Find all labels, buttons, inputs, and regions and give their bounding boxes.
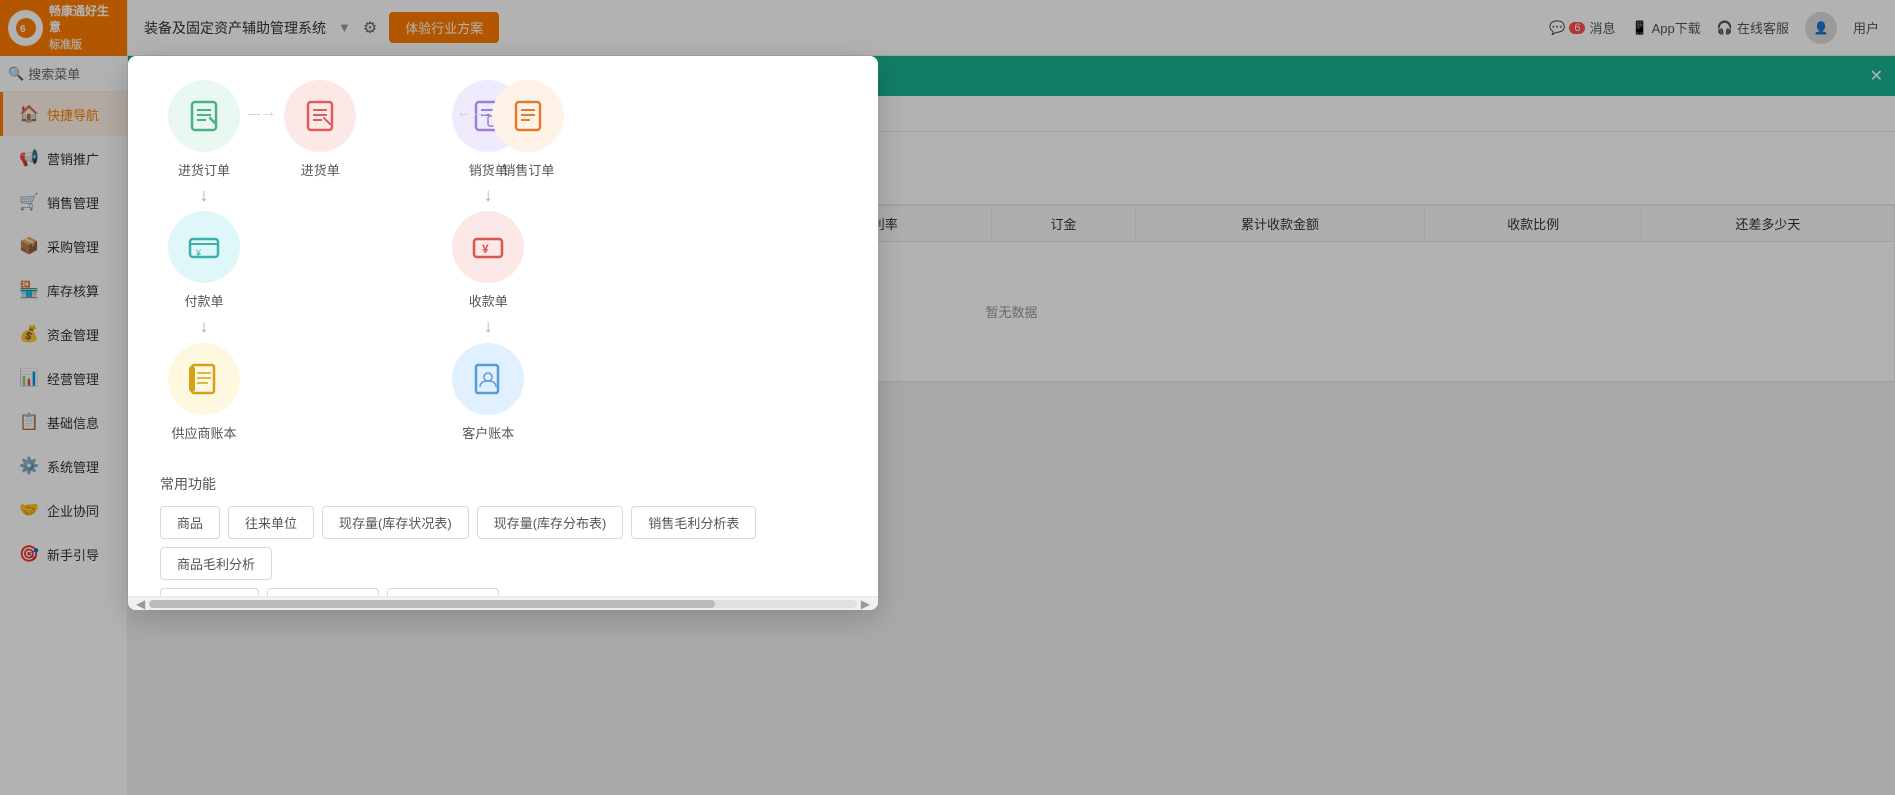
supplier-ledger-label: 供应商账本 [171,423,236,442]
func-buttons-row2: 销售排行榜 收款情况统计 付款情况统计 [160,588,846,596]
purchase-bill-label: 进货单 [301,160,340,179]
svg-text:¥: ¥ [482,242,489,256]
flow-node-supplier-ledger[interactable]: 供应商账本 [168,343,240,442]
receipt-icon: ¥ [452,211,524,283]
flow-arrow-down-2: ↓ [200,310,209,342]
overlay[interactable]: 进货订单 ↓ ¥ 付款单 ↓ [0,0,1895,795]
common-functions: 常用功能 商品 往来单位 现存量(库存状况表) 现存量(库存分布表) 销售毛利分… [160,474,846,596]
func-btn-contacts[interactable]: 往来单位 [228,506,314,539]
func-btn-payment-stats[interactable]: 付款情况统计 [387,588,499,596]
flow-node-customer-ledger[interactable]: 客户账本 [452,343,524,442]
purchase-order-label: 进货订单 [178,160,230,179]
flow-col-purchase-bill: 进货单 [276,80,364,179]
purchase-order-icon [168,80,240,152]
flow-node-purchase-order[interactable]: 进货订单 [168,80,240,179]
func-buttons-row1: 商品 往来单位 现存量(库存状况表) 现存量(库存分布表) 销售毛利分析表 商品… [160,506,846,580]
sales-order-label: 销售订单 [502,160,554,179]
scrollbar-thumb [149,600,715,608]
flow-arrow-down-3: ↓ [484,179,493,211]
flow-arrow-down-4: ↓ [484,310,493,342]
popup: 进货订单 ↓ ¥ 付款单 ↓ [128,56,878,610]
scrollbar-track [149,600,857,608]
func-btn-product[interactable]: 商品 [160,506,220,539]
flow-col-left: 进货订单 ↓ ¥ 付款单 ↓ [160,80,248,442]
flow-arrow-down-1: ↓ [200,179,209,211]
scrollbar-left-arrow[interactable]: ◀ [132,597,149,611]
flow-node-purchase-bill[interactable]: 进货单 [284,80,356,179]
common-title: 常用功能 [160,474,846,494]
popup-scrollbar[interactable]: ◀ ▶ [128,596,878,610]
payment-label: 付款单 [184,291,223,310]
flow-arrow-h-1: - - - → [248,104,276,122]
supplier-ledger-icon [168,343,240,415]
func-btn-stock-status[interactable]: 现存量(库存状况表) [322,506,469,539]
flow-node-sales-order[interactable]: 销售订单 [492,80,564,179]
payment-icon: ¥ [168,211,240,283]
func-btn-product-profit[interactable]: 商品毛利分析 [160,547,272,580]
popup-body: 进货订单 ↓ ¥ 付款单 ↓ [128,56,878,596]
func-btn-sales-profit[interactable]: 销售毛利分析表 [631,506,756,539]
flow-diagram: 进货订单 ↓ ¥ 付款单 ↓ [160,80,846,442]
func-btn-sales-rank[interactable]: 销售排行榜 [160,588,259,596]
scrollbar-right-arrow[interactable]: ▶ [857,597,874,611]
flow-node-receipt[interactable]: ¥ 收款单 [452,211,524,310]
receipt-label: 收款单 [469,291,508,310]
func-btn-receipt-stats[interactable]: 收款情况统计 [267,588,379,596]
customer-ledger-icon [452,343,524,415]
flow-node-payment[interactable]: ¥ 付款单 [168,211,240,310]
svg-text:¥: ¥ [195,248,202,258]
flow-col-sales-order: 销售订单 [484,80,572,179]
purchase-bill-icon [284,80,356,152]
flow-right-section: ← - - - [452,104,484,122]
sales-order-icon [492,80,564,152]
func-btn-stock-dist[interactable]: 现存量(库存分布表) [477,506,624,539]
customer-ledger-label: 客户账本 [462,423,514,442]
